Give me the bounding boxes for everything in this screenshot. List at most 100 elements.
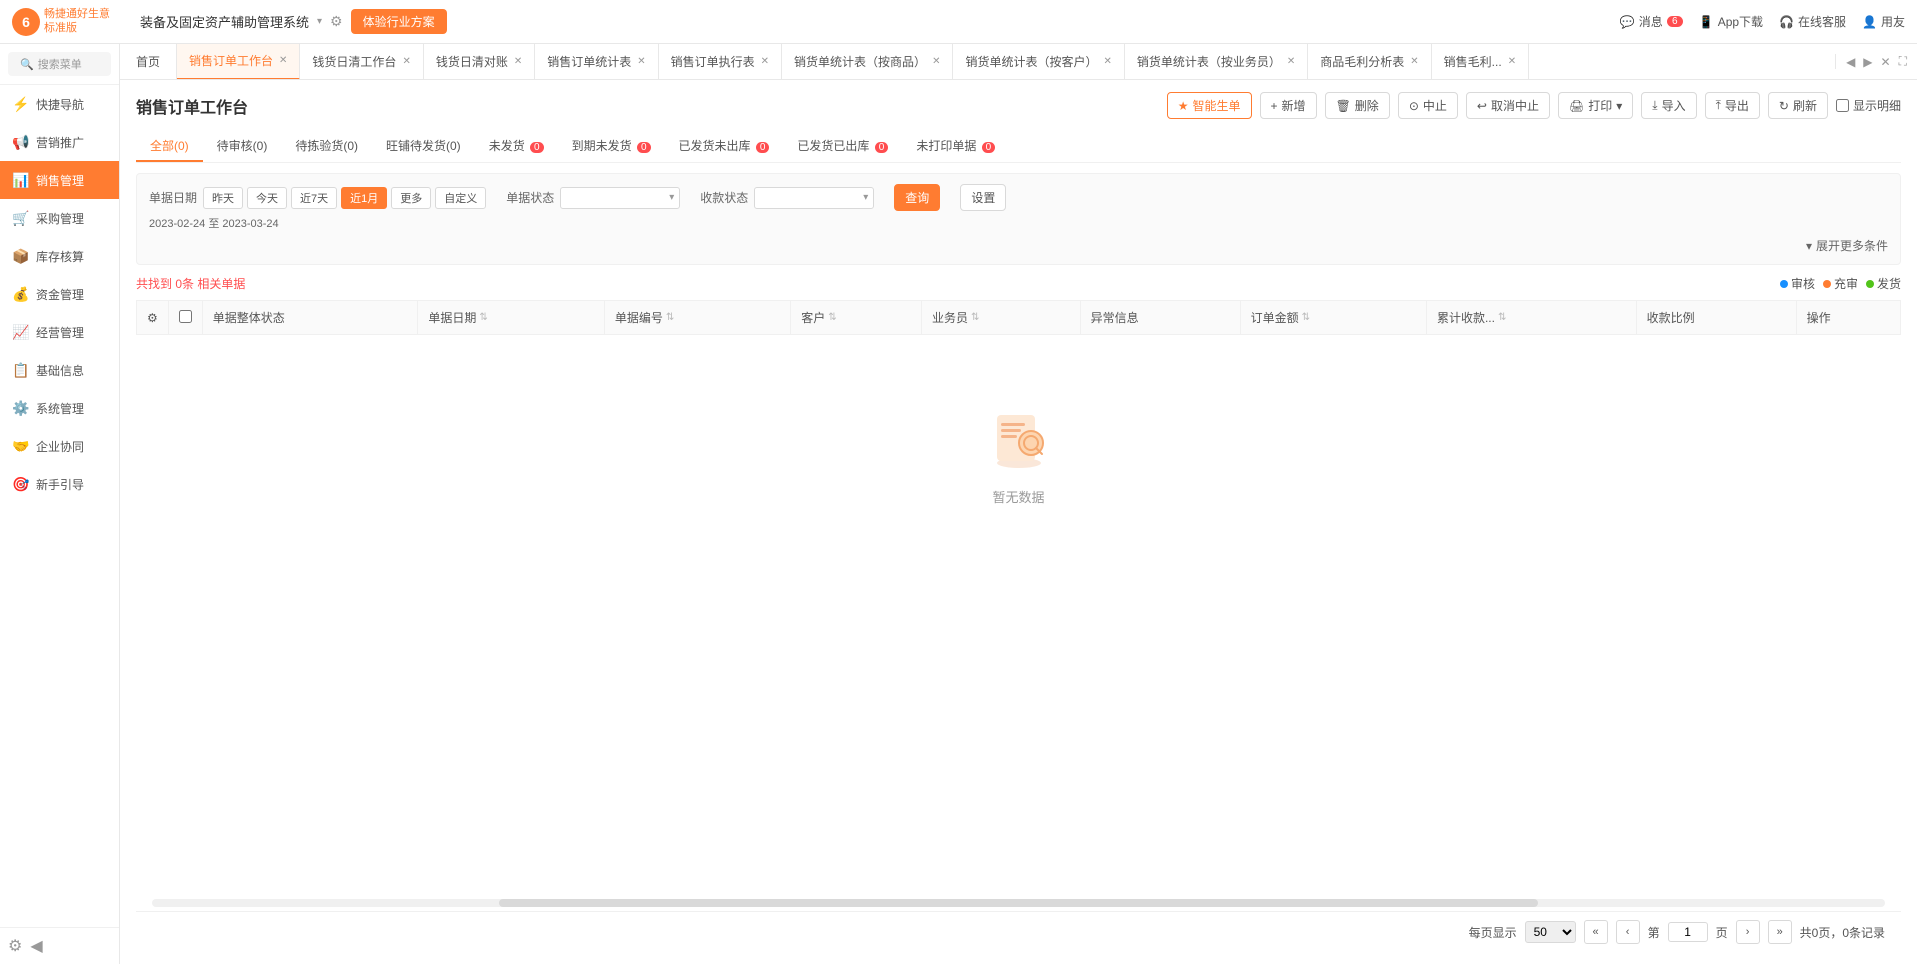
tab-close-all-icon[interactable]: ✕ [1877, 55, 1895, 69]
tab-prev-icon[interactable]: ◀ [1842, 55, 1859, 69]
tab-sales-order-stats[interactable]: 销售订单统计表 ✕ [535, 44, 658, 80]
tab-sales-stats-staff[interactable]: 销货单统计表（按业务员） ✕ [1125, 44, 1308, 80]
show-detail-checkbox[interactable]: 显示明细 [1836, 97, 1901, 114]
page-prev-btn[interactable]: ‹ [1616, 920, 1640, 944]
sub-tab-overdue-not-shipped[interactable]: 到期未发货 0 [558, 131, 665, 162]
review-action-btn[interactable]: 审核 [1780, 275, 1815, 292]
sub-tab-pending-review[interactable]: 待审核(0) [203, 131, 282, 162]
import-btn[interactable]: ⤓ 导入 [1641, 92, 1696, 119]
tab-sales-order-exec[interactable]: 销售订单执行表 ✕ [659, 44, 782, 80]
close-icon[interactable]: ✕ [1103, 56, 1111, 67]
tab-home[interactable]: 首页 [120, 44, 177, 80]
tab-cash-reconcile[interactable]: 钱货日清对账 ✕ [424, 44, 535, 80]
industry-btn[interactable]: 体验行业方案 [351, 9, 447, 34]
add-btn[interactable]: + 新增 [1260, 92, 1317, 119]
collapse-icon[interactable]: ◀ [30, 936, 42, 956]
th-cumulative[interactable]: 累计收款...⇅ [1426, 301, 1636, 335]
settings-icon[interactable]: ⚙ [147, 311, 158, 325]
unreviewed-action-btn[interactable]: 充审 [1823, 275, 1858, 292]
th-checkbox[interactable] [168, 301, 202, 335]
th-number[interactable]: 单据编号⇅ [604, 301, 790, 335]
delete-btn[interactable]: 🗑 删除 [1325, 92, 1390, 119]
page-label: 第 [1648, 924, 1660, 941]
smart-generate-btn[interactable]: ★ 智能生单 [1167, 92, 1252, 119]
sidebar-item-newbie[interactable]: 🎯 新手引导 [0, 465, 119, 503]
close-icon[interactable]: ✕ [1287, 56, 1295, 67]
th-staff[interactable]: 业务员⇅ [921, 301, 1080, 335]
th-settings[interactable]: ⚙ [137, 301, 169, 335]
sidebar-item-finance[interactable]: 💰 资金管理 [0, 275, 119, 313]
export-btn[interactable]: ⤒ 导出 [1705, 92, 1760, 119]
sidebar-item-inventory[interactable]: 📦 库存核算 [0, 237, 119, 275]
sub-tab-not-shipped[interactable]: 未发货 0 [475, 131, 558, 162]
app-download-btn[interactable]: 📱 App下载 [1699, 13, 1763, 30]
message-btn[interactable]: 💬 消息 6 [1620, 13, 1683, 30]
close-icon[interactable]: ✕ [279, 55, 287, 66]
page-next-btn[interactable]: › [1736, 920, 1760, 944]
sub-tab-shipped-out[interactable]: 已发货已出库 0 [783, 131, 902, 162]
ship-action-btn[interactable]: 发货 [1866, 275, 1901, 292]
date-btn-more[interactable]: 更多 [391, 187, 431, 209]
sidebar-item-operations[interactable]: 📈 经营管理 [0, 313, 119, 351]
close-icon[interactable]: ✕ [402, 56, 410, 67]
sidebar-item-system[interactable]: ⚙️ 系统管理 [0, 389, 119, 427]
date-btn-7days[interactable]: 近7天 [291, 187, 337, 209]
date-btn-today[interactable]: 今天 [247, 187, 287, 209]
settings-bottom-icon[interactable]: ⚙ [8, 936, 22, 956]
sidebar-item-quick-nav[interactable]: ⚡ 快捷导航 [0, 85, 119, 123]
close-icon[interactable]: ✕ [514, 56, 522, 67]
horizontal-scrollbar-thumb[interactable] [499, 899, 1539, 907]
tab-sales-margin[interactable]: 销售毛利... ✕ [1432, 44, 1529, 80]
select-all-checkbox[interactable] [179, 310, 192, 323]
date-btn-yesterday[interactable]: 昨天 [203, 187, 243, 209]
sub-tab-shipped-not-out[interactable]: 已发货未出库 0 [665, 131, 784, 162]
table-scroll[interactable]: ⚙ 单据整体状态 单据日期⇅ [136, 300, 1901, 895]
page-first-btn[interactable]: « [1584, 920, 1608, 944]
tab-cash-daily[interactable]: 钱货日清工作台 ✕ [300, 44, 423, 80]
sidebar-item-sales[interactable]: 📊 销售管理 [0, 161, 119, 199]
tab-next-icon[interactable]: ▶ [1859, 55, 1876, 69]
date-btn-1month[interactable]: 近1月 [341, 187, 387, 209]
sub-tab-pending-inspect[interactable]: 待拣验货(0) [281, 131, 372, 162]
tab-sales-stats-customer[interactable]: 销货单统计表（按客户） ✕ [953, 44, 1124, 80]
stop-btn[interactable]: ⊙ 中止 [1398, 92, 1458, 119]
th-customer[interactable]: 客户⇅ [791, 301, 922, 335]
close-icon[interactable]: ✕ [1410, 56, 1418, 67]
tab-margin-analysis[interactable]: 商品毛利分析表 ✕ [1308, 44, 1431, 80]
tab-maximize-icon[interactable]: ⛶ [1895, 54, 1911, 69]
sidebar-item-purchase[interactable]: 🛒 采购管理 [0, 199, 119, 237]
page-size-select[interactable]: 20 50 100 [1525, 921, 1576, 943]
print-btn[interactable]: 🖨 打印 ▾ [1558, 92, 1633, 119]
search-menu-btn[interactable]: 🔍 搜索菜单 [0, 44, 119, 85]
show-detail-input[interactable] [1836, 99, 1849, 112]
page-last-btn[interactable]: » [1768, 920, 1792, 944]
th-amount[interactable]: 订单金额⇅ [1240, 301, 1426, 335]
close-icon[interactable]: ✕ [761, 56, 769, 67]
sub-tab-not-printed[interactable]: 未打印单据 0 [902, 131, 1009, 162]
sub-tab-wangpu-pending[interactable]: 旺铺待发货(0) [372, 131, 475, 162]
tab-sales-order-workbench[interactable]: 销售订单工作台 ✕ [177, 44, 300, 80]
close-icon[interactable]: ✕ [932, 56, 940, 67]
close-icon[interactable]: ✕ [637, 56, 645, 67]
horizontal-scrollbar-track[interactable] [152, 899, 1885, 907]
page-number-input[interactable] [1668, 922, 1708, 942]
cancel-stop-btn[interactable]: ↩ 取消中止 [1466, 92, 1550, 119]
tab-sales-stats-product[interactable]: 销货单统计表（按商品） ✕ [782, 44, 953, 80]
date-btn-custom[interactable]: 自定义 [435, 187, 486, 209]
sidebar-item-basic-info[interactable]: 📋 基础信息 [0, 351, 119, 389]
search-btn[interactable]: 查询 [894, 184, 940, 211]
settings-filter-btn[interactable]: 设置 [960, 184, 1006, 211]
status-select[interactable] [560, 187, 680, 209]
sidebar-item-cooperation[interactable]: 🤝 企业协同 [0, 427, 119, 465]
refresh-btn[interactable]: ↻ 刷新 [1768, 92, 1828, 119]
dropdown-arrow-icon[interactable]: ▾ [317, 16, 322, 27]
sub-tab-all[interactable]: 全部(0) [136, 131, 203, 162]
expand-filter-btn[interactable]: ▾ 展开更多条件 [1806, 237, 1888, 254]
th-date[interactable]: 单据日期⇅ [418, 301, 604, 335]
online-service-btn[interactable]: 🎧 在线客服 [1779, 13, 1846, 30]
sidebar-item-marketing[interactable]: 📢 营销推广 [0, 123, 119, 161]
gear-icon[interactable]: ⚙ [330, 13, 343, 30]
user-btn[interactable]: 👤 用友 [1862, 13, 1905, 30]
close-icon[interactable]: ✕ [1508, 56, 1516, 67]
payment-select[interactable] [754, 187, 874, 209]
